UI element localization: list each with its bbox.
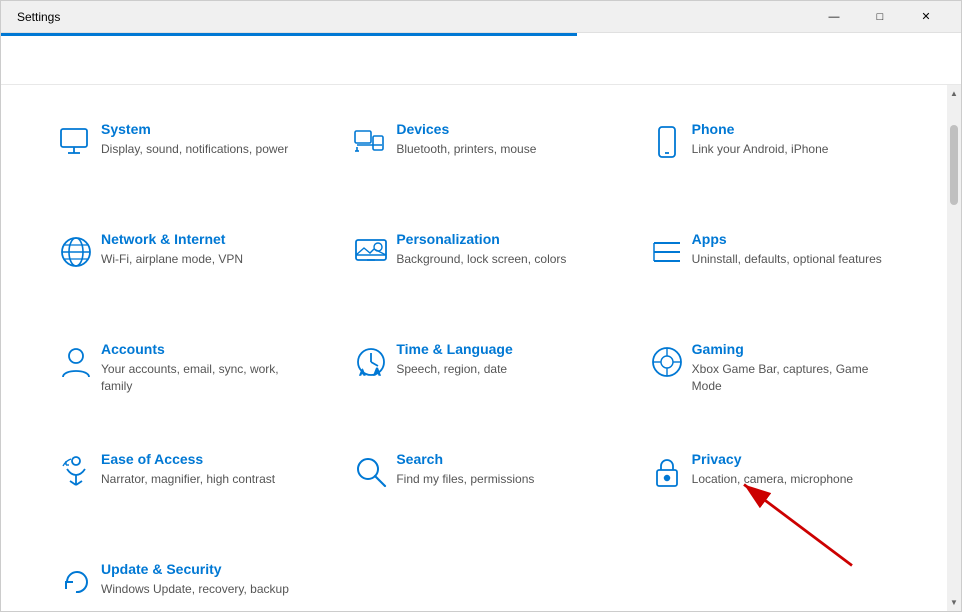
search-bar-area bbox=[1, 33, 961, 85]
settings-item-ease[interactable]: Ease of Access Narrator, magnifier, high… bbox=[41, 435, 316, 535]
time-name: Time & Language bbox=[396, 341, 601, 357]
settings-item-system[interactable]: System Display, sound, notifications, po… bbox=[41, 105, 316, 205]
main-content: System Display, sound, notifications, po… bbox=[1, 85, 947, 611]
phone-icon bbox=[642, 123, 692, 161]
devices-icon bbox=[346, 123, 396, 161]
phone-desc: Link your Android, iPhone bbox=[692, 141, 897, 158]
phone-name: Phone bbox=[692, 121, 897, 137]
time-icon: A A bbox=[346, 343, 396, 381]
time-text: Time & Language Speech, region, date bbox=[396, 341, 601, 378]
settings-window: Settings — □ ✕ bbox=[0, 0, 962, 612]
scrollbar[interactable]: ▲ ▼ bbox=[947, 85, 961, 611]
personalization-icon bbox=[346, 233, 396, 271]
settings-item-search[interactable]: Search Find my files, permissions bbox=[336, 435, 611, 535]
gaming-desc: Xbox Game Bar, captures, Game Mode bbox=[692, 361, 897, 395]
apps-name: Apps bbox=[692, 231, 897, 247]
devices-text: Devices Bluetooth, printers, mouse bbox=[396, 121, 601, 158]
progress-bar bbox=[1, 33, 577, 36]
search-name: Search bbox=[396, 451, 601, 467]
network-text: Network & Internet Wi-Fi, airplane mode,… bbox=[101, 231, 306, 268]
personalization-desc: Background, lock screen, colors bbox=[396, 251, 601, 268]
search-text: Search Find my files, permissions bbox=[396, 451, 601, 488]
svg-text:A: A bbox=[374, 367, 380, 377]
privacy-desc: Location, camera, microphone bbox=[692, 471, 897, 488]
personalization-name: Personalization bbox=[396, 231, 601, 247]
settings-item-devices[interactable]: Devices Bluetooth, printers, mouse bbox=[336, 105, 611, 205]
minimize-button[interactable]: — bbox=[811, 1, 857, 33]
settings-item-update[interactable]: Update & Security Windows Update, recove… bbox=[41, 545, 316, 611]
scroll-up-button[interactable]: ▲ bbox=[947, 85, 961, 102]
accounts-name: Accounts bbox=[101, 341, 306, 357]
svg-text:A: A bbox=[360, 370, 365, 377]
apps-text: Apps Uninstall, defaults, optional featu… bbox=[692, 231, 897, 268]
close-button[interactable]: ✕ bbox=[903, 1, 949, 33]
ease-text: Ease of Access Narrator, magnifier, high… bbox=[101, 451, 306, 488]
system-icon bbox=[51, 123, 101, 161]
ease-name: Ease of Access bbox=[101, 451, 306, 467]
title-bar: Settings — □ ✕ bbox=[1, 1, 961, 33]
window-controls: — □ ✕ bbox=[811, 1, 949, 33]
settings-item-time[interactable]: A A Time & Language Speech, region, date bbox=[336, 325, 611, 425]
devices-name: Devices bbox=[396, 121, 601, 137]
devices-desc: Bluetooth, printers, mouse bbox=[396, 141, 601, 158]
gaming-name: Gaming bbox=[692, 341, 897, 357]
gaming-text: Gaming Xbox Game Bar, captures, Game Mod… bbox=[692, 341, 897, 395]
ease-desc: Narrator, magnifier, high contrast bbox=[101, 471, 306, 488]
settings-item-personalization[interactable]: Personalization Background, lock screen,… bbox=[336, 215, 611, 315]
network-desc: Wi-Fi, airplane mode, VPN bbox=[101, 251, 306, 268]
update-name: Update & Security bbox=[101, 561, 306, 577]
privacy-text: Privacy Location, camera, microphone bbox=[692, 451, 897, 488]
settings-item-network[interactable]: Network & Internet Wi-Fi, airplane mode,… bbox=[41, 215, 316, 315]
privacy-icon bbox=[642, 453, 692, 491]
search-icon bbox=[346, 453, 396, 491]
scrollbar-thumb[interactable] bbox=[950, 125, 958, 205]
network-icon bbox=[51, 233, 101, 271]
accounts-icon bbox=[51, 343, 101, 381]
update-icon bbox=[51, 563, 101, 601]
settings-item-apps[interactable]: Apps Uninstall, defaults, optional featu… bbox=[632, 215, 907, 315]
window-title: Settings bbox=[17, 10, 60, 24]
gaming-icon bbox=[642, 343, 692, 381]
apps-desc: Uninstall, defaults, optional features bbox=[692, 251, 897, 268]
maximize-button[interactable]: □ bbox=[857, 1, 903, 33]
settings-item-accounts[interactable]: Accounts Your accounts, email, sync, wor… bbox=[41, 325, 316, 425]
accounts-text: Accounts Your accounts, email, sync, wor… bbox=[101, 341, 306, 395]
personalization-text: Personalization Background, lock screen,… bbox=[396, 231, 601, 268]
system-name: System bbox=[101, 121, 306, 137]
update-text: Update & Security Windows Update, recove… bbox=[101, 561, 306, 598]
network-name: Network & Internet bbox=[101, 231, 306, 247]
settings-grid: System Display, sound, notifications, po… bbox=[41, 105, 907, 611]
content-area: System Display, sound, notifications, po… bbox=[1, 85, 961, 611]
search-desc: Find my files, permissions bbox=[396, 471, 601, 488]
update-desc: Windows Update, recovery, backup bbox=[101, 581, 306, 598]
system-desc: Display, sound, notifications, power bbox=[101, 141, 306, 158]
time-desc: Speech, region, date bbox=[396, 361, 601, 378]
settings-item-phone[interactable]: Phone Link your Android, iPhone bbox=[632, 105, 907, 205]
scroll-down-button[interactable]: ▼ bbox=[947, 594, 961, 611]
accounts-desc: Your accounts, email, sync, work, family bbox=[101, 361, 306, 395]
phone-text: Phone Link your Android, iPhone bbox=[692, 121, 897, 158]
settings-item-privacy[interactable]: Privacy Location, camera, microphone bbox=[632, 435, 907, 535]
ease-icon bbox=[51, 453, 101, 491]
apps-icon bbox=[642, 233, 692, 271]
settings-item-gaming[interactable]: Gaming Xbox Game Bar, captures, Game Mod… bbox=[632, 325, 907, 425]
system-text: System Display, sound, notifications, po… bbox=[101, 121, 306, 158]
privacy-name: Privacy bbox=[692, 451, 897, 467]
